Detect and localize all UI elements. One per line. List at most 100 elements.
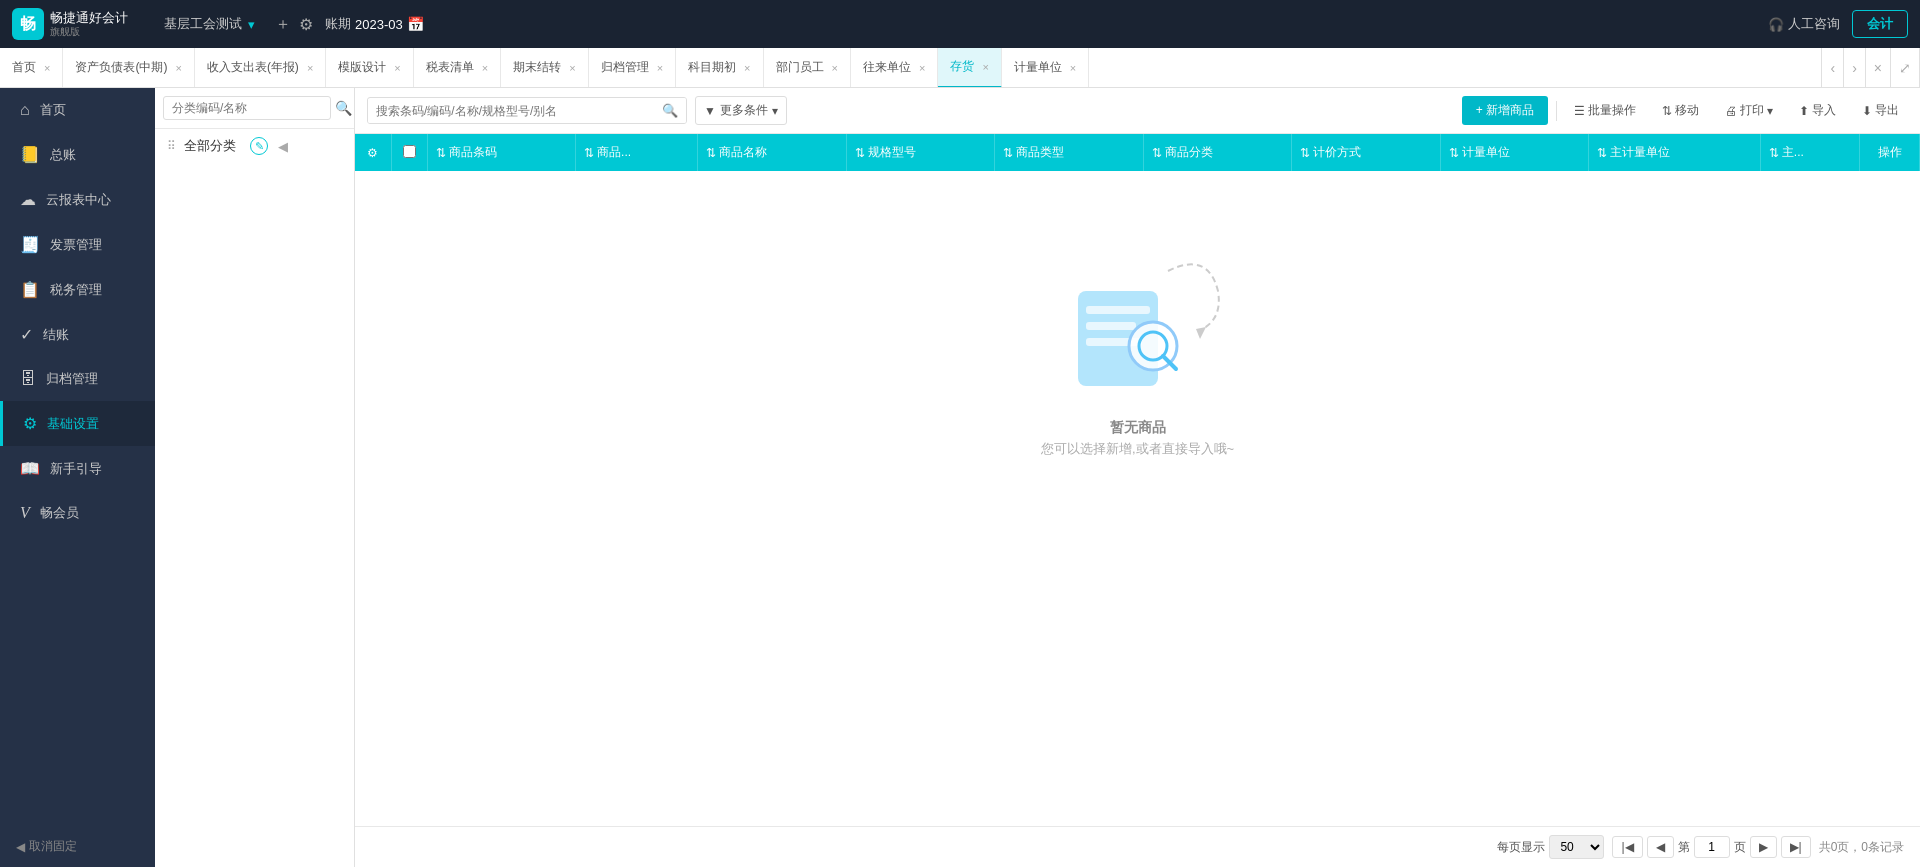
next-page-button[interactable]: ▶ xyxy=(1750,836,1777,858)
th-category[interactable]: ⇅ 商品分类 xyxy=(1143,134,1292,171)
close-icon[interactable]: × xyxy=(44,62,50,74)
sidebar-item-cloud[interactable]: ☁ 云报表中心 xyxy=(0,177,155,222)
collapse-left-icon[interactable]: ◀ xyxy=(278,139,288,154)
th-name[interactable]: ⇅ 商品名称 xyxy=(698,134,847,171)
category-search-icon[interactable]: 🔍 xyxy=(335,100,352,116)
th-settings[interactable]: ⚙ xyxy=(355,134,391,171)
sidebar-item-tax[interactable]: 📋 税务管理 xyxy=(0,267,155,312)
close-icon[interactable]: × xyxy=(982,61,988,73)
tab-next-arrow[interactable]: › xyxy=(1844,48,1866,88)
dropdown-icon[interactable]: ▾ xyxy=(248,17,255,32)
empty-state: 暂无商品 您可以选择新增,或者直接导入哦~ xyxy=(355,171,1920,520)
sidebar-item-settings[interactable]: ⚙ 基础设置 xyxy=(0,401,155,446)
sidebar-item-invoice[interactable]: 🧾 发票管理 xyxy=(0,222,155,267)
sidebar-item-ledger[interactable]: 📒 总账 xyxy=(0,132,155,177)
tab-inventory[interactable]: 存货 × xyxy=(938,48,1001,88)
settings-button[interactable]: ⚙ xyxy=(299,15,313,34)
sidebar-item-label: 云报表中心 xyxy=(46,191,111,209)
page-input[interactable] xyxy=(1694,836,1730,858)
tab-period-transfer[interactable]: 期末结转 × xyxy=(501,48,588,88)
tab-contacts[interactable]: 往来单位 × xyxy=(851,48,938,88)
close-icon[interactable]: × xyxy=(175,62,181,74)
close-icon[interactable]: × xyxy=(657,62,663,74)
add-button[interactable]: ＋ xyxy=(275,14,291,35)
tab-label: 模版设计 xyxy=(338,59,386,76)
tab-balance[interactable]: 资产负债表(中期) × xyxy=(63,48,194,88)
select-all-checkbox[interactable] xyxy=(403,145,416,158)
th-code[interactable]: ⇅ 商品... xyxy=(576,134,698,171)
headset-icon: 🎧 xyxy=(1768,17,1784,32)
sidebar-item-member[interactable]: V 畅会员 xyxy=(0,491,155,535)
company-selector[interactable]: 基层工会测试 ▾ xyxy=(164,15,255,33)
sidebar-item-label: 新手引导 xyxy=(50,460,102,478)
export-icon: ⬇ xyxy=(1862,104,1872,118)
tab-subject-init[interactable]: 科目期初 × xyxy=(676,48,763,88)
tab-income[interactable]: 收入支出表(年报) × xyxy=(195,48,326,88)
th-barcode[interactable]: ⇅ 商品条码 xyxy=(427,134,576,171)
import-icon: ⬆ xyxy=(1799,104,1809,118)
add-product-button[interactable]: + 新增商品 xyxy=(1462,96,1548,125)
tab-template[interactable]: 模版设计 × xyxy=(326,48,413,88)
th-main-unit[interactable]: ⇅ 主计量单位 xyxy=(1589,134,1760,171)
sidebar-item-label: 发票管理 xyxy=(50,236,102,254)
print-button[interactable]: 🖨 打印 ▾ xyxy=(1716,96,1782,125)
th-price-method[interactable]: ⇅ 计价方式 xyxy=(1292,134,1441,171)
last-page-button[interactable]: ▶| xyxy=(1781,836,1811,858)
move-icon: ⇅ xyxy=(1662,104,1672,118)
close-icon[interactable]: × xyxy=(569,62,575,74)
close-icon[interactable]: × xyxy=(1070,62,1076,74)
tab-dept-staff[interactable]: 部门员工 × xyxy=(764,48,851,88)
service-button[interactable]: 🎧 人工咨询 xyxy=(1768,15,1840,33)
prev-page-button[interactable]: ◀ xyxy=(1647,836,1674,858)
close-icon[interactable]: × xyxy=(744,62,750,74)
tab-close-all[interactable]: × xyxy=(1866,48,1891,88)
home-icon: ⌂ xyxy=(20,101,30,119)
import-button[interactable]: ⬆ 导入 xyxy=(1790,96,1845,125)
member-icon: V xyxy=(20,504,30,522)
close-icon[interactable]: × xyxy=(394,62,400,74)
tab-tax[interactable]: 税表清单 × xyxy=(414,48,501,88)
category-panel: 🔍 ⠿ 全部分类 ✎ ◀ xyxy=(155,88,355,867)
calendar-icon[interactable]: 📅 xyxy=(407,16,424,32)
filter-chevron-icon: ▾ xyxy=(772,104,778,118)
tab-home[interactable]: 首页 × xyxy=(0,48,63,88)
category-label: 全部分类 xyxy=(184,137,236,155)
grid-icon: ⠿ xyxy=(167,139,176,153)
sidebar-item-archive[interactable]: 🗄 归档管理 xyxy=(0,357,155,401)
first-page-button[interactable]: |◀ xyxy=(1612,836,1642,858)
sidebar-collapse-btn[interactable]: ◀ 取消固定 xyxy=(0,826,155,867)
th-spec[interactable]: ⇅ 规格型号 xyxy=(846,134,995,171)
close-icon[interactable]: × xyxy=(482,62,488,74)
toolbar-right: + 新增商品 ☰ 批量操作 ⇅ 移动 🖨 打印 xyxy=(1462,96,1908,125)
search-icon[interactable]: 🔍 xyxy=(654,98,686,123)
account-button[interactable]: 会计 xyxy=(1852,10,1908,38)
product-search-input[interactable] xyxy=(368,99,654,123)
main-layout: ⌂ 首页 📒 总账 ☁ 云报表中心 🧾 发票管理 📋 税务管理 ✓ 结账 🗄 归… xyxy=(0,88,1920,867)
cloud-icon: ☁ xyxy=(20,190,36,209)
filter-button[interactable]: ▼ 更多条件 ▾ xyxy=(695,96,787,125)
close-icon[interactable]: × xyxy=(919,62,925,74)
category-all[interactable]: ⠿ 全部分类 ✎ ◀ xyxy=(155,129,354,163)
category-search: 🔍 xyxy=(155,88,354,129)
tab-prev-arrow[interactable]: ‹ xyxy=(1822,48,1844,88)
tab-unit[interactable]: 计量单位 × xyxy=(1002,48,1089,88)
close-icon[interactable]: × xyxy=(832,62,838,74)
th-unit[interactable]: ⇅ 计量单位 xyxy=(1440,134,1589,171)
category-search-input[interactable] xyxy=(163,96,331,120)
th-checkbox[interactable] xyxy=(391,134,427,171)
per-page-select[interactable]: 50 20 100 xyxy=(1549,835,1604,859)
sidebar-item-guide[interactable]: 📖 新手引导 xyxy=(0,446,155,491)
period-selector[interactable]: 账期 2023-03 📅 xyxy=(325,15,424,33)
tab-archive[interactable]: 归档管理 × xyxy=(589,48,676,88)
sidebar-item-close[interactable]: ✓ 结账 xyxy=(0,312,155,357)
move-button[interactable]: ⇅ 移动 xyxy=(1653,96,1708,125)
export-button[interactable]: ⬇ 导出 xyxy=(1853,96,1908,125)
th-type[interactable]: ⇅ 商品类型 xyxy=(995,134,1144,171)
batch-operation-button[interactable]: ☰ 批量操作 xyxy=(1565,96,1645,125)
edit-icon[interactable]: ✎ xyxy=(250,137,268,155)
close-icon[interactable]: × xyxy=(307,62,313,74)
tab-maximize[interactable]: ⤢ xyxy=(1891,48,1920,88)
sidebar-item-home[interactable]: ⌂ 首页 xyxy=(0,88,155,132)
th-main-abbr[interactable]: ⇅ 主... xyxy=(1760,134,1859,171)
tab-label: 往来单位 xyxy=(863,59,911,76)
